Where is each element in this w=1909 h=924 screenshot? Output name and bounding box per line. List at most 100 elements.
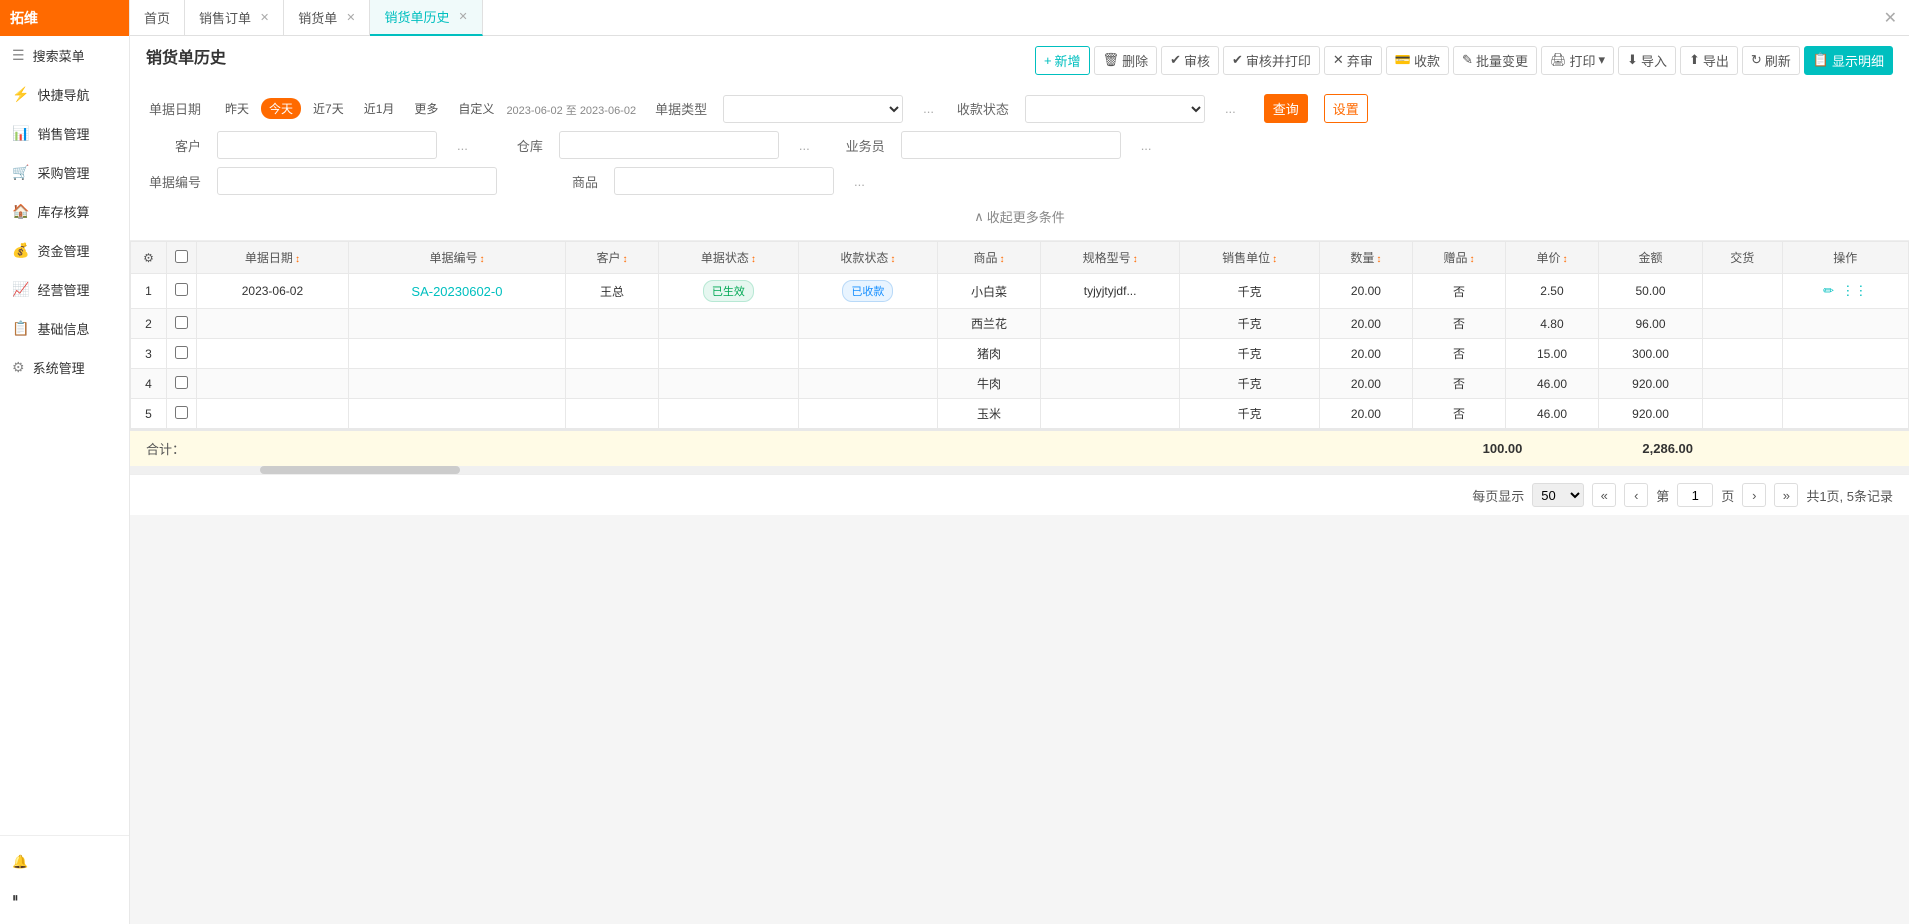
audit-print-button[interactable]: ✔ 审核并打印	[1223, 46, 1320, 75]
cell-date	[197, 309, 349, 339]
sidebar-item-quick-nav[interactable]: ⚡ 快捷导航	[0, 75, 129, 114]
collapse-button[interactable]: ∧ 收起更多条件	[146, 203, 1893, 230]
customer-input[interactable]	[217, 131, 437, 159]
date-pill-yesterday[interactable]: 昨天	[217, 98, 257, 119]
cell-doc-no[interactable]: SA-20230602-0	[348, 274, 565, 309]
add-button[interactable]: + 新增	[1035, 46, 1090, 75]
search-button[interactable]: 查询	[1264, 94, 1308, 123]
column-goods[interactable]: 商品↕	[938, 242, 1041, 274]
page-number-input[interactable]	[1677, 483, 1713, 507]
tab-bar-close[interactable]: ✕	[1872, 8, 1909, 28]
cell-unit: 千克	[1180, 369, 1320, 399]
tab-sales-history-close[interactable]: ✕	[459, 10, 468, 23]
cell-checkbox[interactable]	[167, 369, 197, 399]
tab-sales-order-close[interactable]: ✕	[260, 11, 269, 24]
sidebar-item-purchase[interactable]: 🛒 采购管理	[0, 153, 129, 192]
cell-doc-no[interactable]	[348, 309, 565, 339]
goods-input[interactable]	[614, 167, 834, 195]
date-pill-1month[interactable]: 近1月	[356, 98, 403, 119]
column-checkbox[interactable]	[167, 242, 197, 274]
doc-type-select[interactable]	[723, 95, 903, 123]
warehouse-input[interactable]	[559, 131, 779, 159]
column-doc-status[interactable]: 单据状态↕	[659, 242, 799, 274]
cell-doc-no[interactable]	[348, 369, 565, 399]
prev-page-button[interactable]: ‹	[1624, 483, 1648, 507]
row-checkbox[interactable]	[175, 316, 188, 329]
audit-button[interactable]: ✔ 审核	[1161, 46, 1219, 75]
column-customer[interactable]: 客户↕	[566, 242, 659, 274]
sidebar-item-inventory[interactable]: 🏠 库存核算	[0, 192, 129, 231]
payment-status-select[interactable]	[1025, 95, 1205, 123]
column-spec[interactable]: 规格型号↕	[1040, 242, 1180, 274]
row-checkbox[interactable]	[175, 283, 188, 296]
row-checkbox[interactable]	[175, 346, 188, 359]
cell-actions	[1782, 309, 1908, 339]
batch-change-button[interactable]: ✎ 批量变更	[1453, 46, 1537, 75]
show-detail-button[interactable]: 📋 显示明细	[1804, 46, 1893, 75]
column-date[interactable]: 单据日期↕	[197, 242, 349, 274]
customer-dots[interactable]: ...	[453, 138, 472, 153]
doc-type-dots[interactable]: ...	[919, 101, 938, 116]
cell-checkbox[interactable]	[167, 399, 197, 429]
tab-sales-order[interactable]: 销售订单 ✕	[185, 0, 284, 36]
action-edit-link[interactable]: ✏	[1823, 283, 1834, 298]
date-pill-more[interactable]: 更多	[406, 98, 446, 119]
last-page-button[interactable]: »	[1774, 483, 1798, 507]
next-page-button[interactable]: ›	[1742, 483, 1766, 507]
cell-doc-no[interactable]	[348, 339, 565, 369]
cell-doc-no[interactable]	[348, 399, 565, 429]
salesperson-dots[interactable]: ...	[1137, 138, 1156, 153]
tab-sales-history[interactable]: 销货单历史 ✕	[370, 0, 482, 36]
column-unit[interactable]: 销售单位↕	[1180, 242, 1320, 274]
cell-checkbox[interactable]	[167, 274, 197, 309]
delete-button[interactable]: 🗑 删除	[1094, 46, 1158, 75]
date-pill-7days[interactable]: 近7天	[305, 98, 352, 119]
payment-status-dots[interactable]: ...	[1221, 101, 1240, 116]
salesperson-input[interactable]	[901, 131, 1121, 159]
settings-button[interactable]: 设置	[1324, 94, 1368, 123]
column-gear[interactable]: ⚙	[131, 242, 167, 274]
sidebar-item-finance[interactable]: 💰 资金管理	[0, 231, 129, 270]
date-pill-today[interactable]: 今天	[261, 98, 301, 119]
tab-sales-delivery-close[interactable]: ✕	[346, 11, 355, 24]
sidebar-item-sales[interactable]: 📊 销售管理	[0, 114, 129, 153]
print-button[interactable]: 🖨 打印 ▾	[1541, 46, 1614, 75]
summary-total-amount: 2,286.00	[1642, 441, 1693, 456]
tab-home[interactable]: 首页	[130, 0, 185, 36]
export-button[interactable]: ⬆ 导出	[1680, 46, 1738, 75]
app-logo: 拓维	[0, 0, 129, 36]
cell-qty: 20.00	[1319, 309, 1412, 339]
goods-dots[interactable]: ...	[850, 174, 869, 189]
row-checkbox[interactable]	[175, 406, 188, 419]
column-payment-status[interactable]: 收款状态↕	[798, 242, 938, 274]
cell-checkbox[interactable]	[167, 339, 197, 369]
cell-customer: 王总	[566, 274, 659, 309]
sidebar-notification[interactable]: 🔔	[0, 844, 129, 880]
warehouse-dots[interactable]: ...	[795, 138, 814, 153]
action-more-link[interactable]: ⋮⋮	[1841, 283, 1867, 298]
select-all-checkbox[interactable]	[175, 250, 188, 263]
sidebar-item-operations[interactable]: 📈 经营管理	[0, 270, 129, 309]
row-checkbox[interactable]	[175, 376, 188, 389]
column-qty[interactable]: 数量↕	[1319, 242, 1412, 274]
refresh-button[interactable]: ↻ 刷新	[1742, 46, 1800, 75]
sidebar-item-sys-mgmt[interactable]: ⚙ 系统管理	[0, 348, 129, 387]
cell-checkbox[interactable]	[167, 309, 197, 339]
doc-no-link[interactable]: SA-20230602-0	[411, 284, 502, 299]
date-pill-custom[interactable]: 自定义	[450, 98, 502, 119]
sidebar-item-search-menu[interactable]: ☰ 搜索菜单	[0, 36, 129, 75]
column-price[interactable]: 单价↕	[1505, 242, 1598, 274]
sidebar-pause[interactable]: ⏸	[0, 880, 129, 916]
doc-no-input[interactable]	[217, 167, 497, 195]
abandon-button[interactable]: ✕ 弃审	[1324, 46, 1382, 75]
horizontal-scrollbar[interactable]	[130, 466, 1909, 474]
per-page-select[interactable]: 50 20 100	[1532, 483, 1584, 507]
receive-button[interactable]: 💳 收款	[1386, 46, 1449, 75]
column-gift[interactable]: 赠品↕	[1412, 242, 1505, 274]
cell-customer	[566, 399, 659, 429]
sidebar-item-base-info[interactable]: 📋 基础信息	[0, 309, 129, 348]
import-button[interactable]: ⬇ 导入	[1618, 46, 1676, 75]
first-page-button[interactable]: «	[1592, 483, 1616, 507]
tab-sales-delivery[interactable]: 销货单 ✕	[284, 0, 370, 36]
column-doc-no[interactable]: 单据编号↕	[348, 242, 565, 274]
